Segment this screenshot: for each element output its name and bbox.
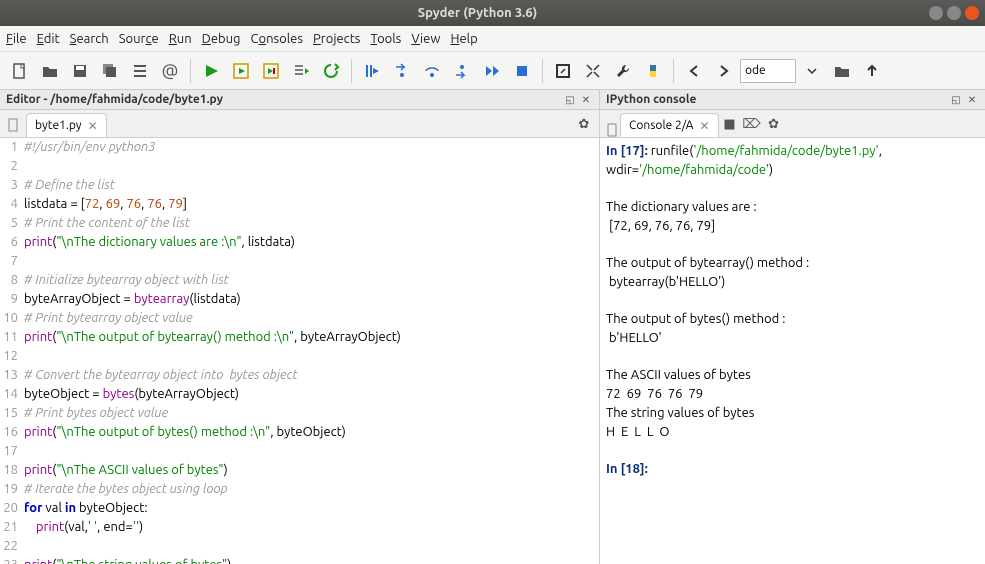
menu-projects[interactable]: Projects (313, 32, 360, 46)
save-button[interactable] (66, 57, 94, 85)
debug-icon (363, 62, 381, 80)
path-dropdown-button[interactable] (798, 57, 826, 85)
menu-run[interactable]: Run (169, 32, 192, 46)
save-icon (71, 62, 89, 80)
ipython-console[interactable]: In [17]: runfile('/home/fahmida/code/byt… (600, 138, 985, 564)
play-icon (202, 62, 220, 80)
step-over-button[interactable] (418, 57, 446, 85)
stop-button[interactable] (508, 57, 536, 85)
minimize-button[interactable] (929, 6, 943, 20)
console-title-label: IPython console (606, 93, 696, 106)
menu-file[interactable]: File (6, 32, 27, 46)
editor-pane-title: Editor - /home/fahmida/code/byte1.py ◱ ✕ (0, 90, 599, 110)
console-tabbar: Console 2/A ✕ ■ ⌦ ✿ (600, 110, 985, 138)
menubar: File Edit Search Source Run Debug Consol… (0, 26, 985, 52)
fullscreen-button[interactable] (579, 57, 607, 85)
new-file-button[interactable] (6, 57, 34, 85)
menu-search[interactable]: Search (70, 32, 109, 46)
console-file-icon (606, 123, 620, 137)
console-pane-title: IPython console ◱ ✕ (600, 90, 985, 110)
menu-source[interactable]: Source (119, 32, 159, 46)
run-selection-icon (292, 62, 310, 80)
outline-button[interactable] (126, 57, 154, 85)
wrench-icon (614, 62, 632, 80)
close-button[interactable] (965, 6, 979, 20)
console-close-pane-button[interactable]: ✕ (965, 93, 979, 107)
fullscreen-icon (584, 62, 602, 80)
folder-open-icon (41, 62, 59, 80)
maximize-button[interactable] (947, 6, 961, 20)
console-pane: IPython console ◱ ✕ Console 2/A ✕ ■ ⌦ ✿ … (600, 90, 985, 564)
menu-help[interactable]: Help (450, 32, 477, 46)
menu-edit[interactable]: Edit (37, 32, 60, 46)
run-cell-button[interactable] (227, 57, 255, 85)
console-options-button[interactable]: ✿ (765, 115, 783, 133)
step-out-icon (453, 62, 471, 80)
run-selection-button[interactable] (287, 57, 315, 85)
titlebar: Spyder (Python 3.6) (0, 0, 985, 26)
forward-button[interactable] (710, 57, 738, 85)
window-title: Spyder (Python 3.6) (26, 6, 929, 20)
rerun-icon (322, 62, 340, 80)
python-path-button[interactable] (639, 57, 667, 85)
chevron-down-icon (806, 65, 818, 77)
back-button[interactable] (680, 57, 708, 85)
console-tab-close-button[interactable]: ✕ (699, 119, 709, 133)
editor-tab-close-button[interactable]: ✕ (88, 119, 98, 133)
run-cell-icon (232, 62, 250, 80)
step-out-button[interactable] (448, 57, 476, 85)
new-file-icon (11, 62, 29, 80)
menu-debug[interactable]: Debug (202, 32, 241, 46)
continue-button[interactable] (478, 57, 506, 85)
console-undock-button[interactable]: ◱ (949, 93, 963, 107)
arrow-right-icon (715, 62, 733, 80)
menu-tools[interactable]: Tools (370, 32, 401, 46)
run-cell-advance-button[interactable] (257, 57, 285, 85)
stop-icon (513, 62, 531, 80)
menu-consoles[interactable]: Consoles (251, 32, 303, 46)
console-tab-label: Console 2/A (629, 119, 693, 132)
editor-options-button[interactable]: ✿ (575, 115, 593, 133)
step-over-icon (423, 62, 441, 80)
code-editor[interactable]: 1#!/usr/bin/env python3 2 3# Define the … (0, 138, 599, 564)
menu-view[interactable]: View (411, 32, 440, 46)
at-button[interactable]: @ (156, 57, 184, 85)
editor-tabbar: byte1.py ✕ ✿ (0, 110, 599, 138)
preferences-button[interactable] (609, 57, 637, 85)
maximize-icon (554, 62, 572, 80)
editor-tab-byte1[interactable]: byte1.py ✕ (26, 113, 107, 137)
console-stop-button[interactable]: ■ (721, 115, 739, 133)
editor-title-label: Editor - /home/fahmida/code/byte1.py (6, 93, 223, 106)
console-clear-button[interactable]: ⌦ (743, 115, 761, 133)
at-icon: @ (162, 61, 179, 81)
step-into-icon (393, 62, 411, 80)
maximize-pane-button[interactable] (549, 57, 577, 85)
arrow-left-icon (685, 62, 703, 80)
step-into-button[interactable] (388, 57, 416, 85)
editor-close-pane-button[interactable]: ✕ (579, 93, 593, 107)
parent-dir-button[interactable] (858, 57, 886, 85)
file-icon (6, 117, 22, 133)
continue-icon (483, 62, 501, 80)
run-button[interactable] (197, 57, 225, 85)
python-icon (644, 62, 662, 80)
console-tab[interactable]: Console 2/A ✕ (620, 113, 719, 137)
browse-dir-button[interactable] (828, 57, 856, 85)
rerun-button[interactable] (317, 57, 345, 85)
editor-undock-button[interactable]: ◱ (563, 93, 577, 107)
arrow-up-icon (863, 62, 881, 80)
list-icon (131, 62, 149, 80)
folder-icon (833, 62, 851, 80)
open-file-button[interactable] (36, 57, 64, 85)
save-all-button[interactable] (96, 57, 124, 85)
run-cell-advance-icon (262, 62, 280, 80)
toolbar: @ (0, 52, 985, 90)
editor-tab-label: byte1.py (35, 119, 82, 132)
save-all-icon (101, 62, 119, 80)
editor-pane: Editor - /home/fahmida/code/byte1.py ◱ ✕… (0, 90, 600, 564)
working-dir-input[interactable] (740, 59, 796, 83)
debug-button[interactable] (358, 57, 386, 85)
